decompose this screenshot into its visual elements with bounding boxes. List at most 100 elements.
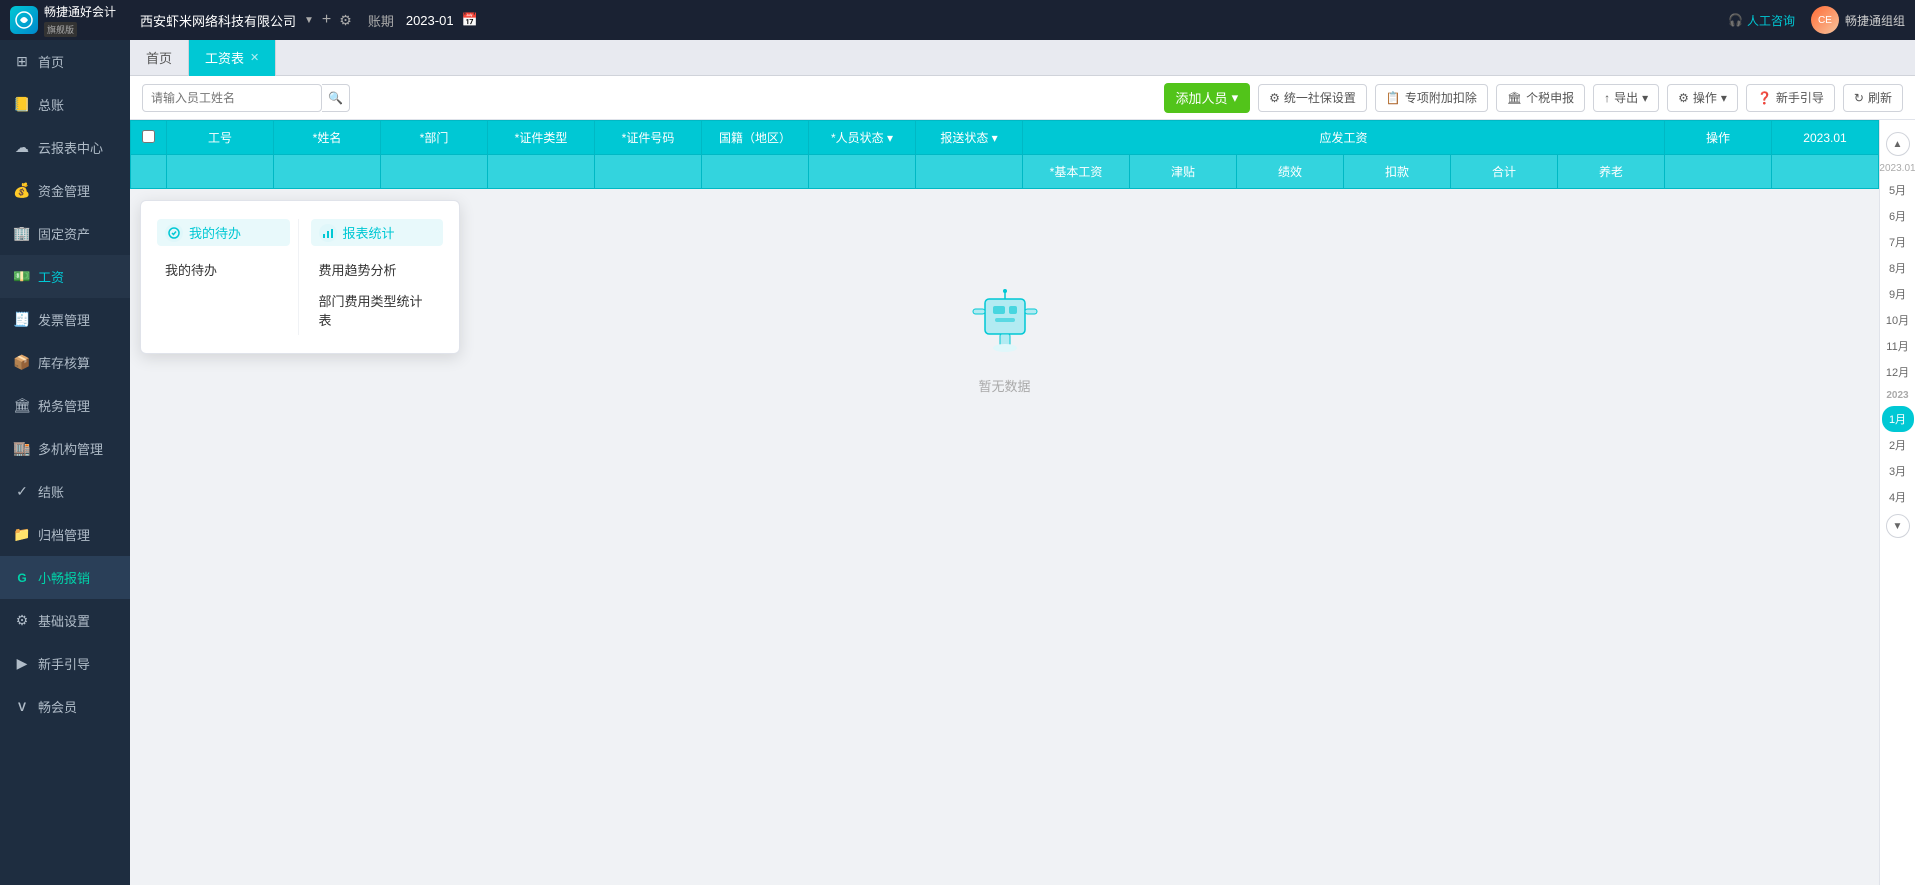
company-name[interactable]: 西安虾米网络科技有限公司 xyxy=(140,11,296,30)
popup-report-title[interactable]: 报表统计 xyxy=(311,219,444,246)
help-button[interactable]: 🎧 人工咨询 xyxy=(1728,12,1795,29)
status-filter-icon[interactable]: ▾ xyxy=(887,131,893,145)
report-icon xyxy=(319,224,337,242)
empty-illustration xyxy=(965,284,1045,364)
month-4[interactable]: 4月 xyxy=(1882,484,1914,510)
operation-label: 操作 xyxy=(1693,89,1717,106)
month-8[interactable]: 8月 xyxy=(1882,255,1914,281)
sidebar-label-cloud-report: 云报表中心 xyxy=(38,138,103,157)
add-person-arrow-icon: ▾ xyxy=(1232,90,1239,106)
cloud-icon: ☁ xyxy=(14,140,30,156)
popup-pending-title[interactable]: 我的待办 xyxy=(157,219,290,246)
month-11[interactable]: 11月 xyxy=(1882,333,1914,359)
toolbar: 🔍 添加人员 ▾ ⚙ 统一社保设置 📋 专项附加扣除 🏛 个税申报 ↑ 导出 xyxy=(130,76,1915,120)
export-label: 导出 xyxy=(1614,89,1638,106)
tax-deduction-button[interactable]: 📋 专项附加扣除 xyxy=(1375,84,1488,112)
social-insurance-button[interactable]: ⚙ 统一社保设置 xyxy=(1258,84,1367,112)
tab-home-label: 首页 xyxy=(146,48,172,67)
sidebar-item-xiaochang[interactable]: G 小畅报销 xyxy=(0,556,130,599)
operation-button[interactable]: ⚙ 操作 ▾ xyxy=(1667,84,1738,112)
month-2[interactable]: 2月 xyxy=(1882,432,1914,458)
th-deduction: 扣款 xyxy=(1344,155,1451,189)
tab-payroll-label: 工资表 xyxy=(205,48,244,67)
sidebar-item-basic[interactable]: ⚙ 基础设置 xyxy=(0,599,130,642)
logo-title: 畅捷通好会计 xyxy=(44,3,116,20)
search-button[interactable]: 🔍 xyxy=(322,84,350,112)
th-checkbox[interactable] xyxy=(131,121,167,155)
tab-home[interactable]: 首页 xyxy=(130,40,189,76)
export-button[interactable]: ↑ 导出 ▾ xyxy=(1593,84,1659,112)
refresh-button[interactable]: ↻ 刷新 xyxy=(1843,84,1903,112)
multi-org-icon: 🏬 xyxy=(14,441,30,457)
sidebar-item-invoice[interactable]: 🧾 发票管理 xyxy=(0,298,130,341)
month-1[interactable]: 1月 xyxy=(1882,406,1914,432)
user-area[interactable]: CE 畅捷通组组 xyxy=(1811,6,1905,34)
sidebar-item-home[interactable]: ⊞ 首页 xyxy=(0,40,130,83)
add-person-button[interactable]: 添加人员 ▾ xyxy=(1164,83,1251,113)
table-section: 工号 *姓名 *部门 *证件类型 *证件号码 国籍（地区） *人员状态 ▾ 报送… xyxy=(130,120,1915,885)
new-guide-button[interactable]: ❓ 新手引导 xyxy=(1746,84,1835,112)
month-3[interactable]: 3月 xyxy=(1882,458,1914,484)
archive-icon: 📁 xyxy=(14,527,30,543)
send-status-filter-icon[interactable]: ▾ xyxy=(992,131,998,145)
refresh-icon: ↻ xyxy=(1854,91,1864,105)
month-6[interactable]: 6月 xyxy=(1882,203,1914,229)
th-sub-date xyxy=(1772,155,1879,189)
add-person-label: 添加人员 xyxy=(1176,88,1228,107)
settings-icon[interactable]: ⚙ xyxy=(339,12,352,29)
month-9[interactable]: 9月 xyxy=(1882,281,1914,307)
month-10[interactable]: 10月 xyxy=(1882,307,1914,333)
sidebar-item-ledger[interactable]: 📒 总账 xyxy=(0,83,130,126)
search-icon: 🔍 xyxy=(328,91,343,105)
tab-payroll[interactable]: 工资表 ✕ xyxy=(189,40,276,76)
inventory-icon: 📦 xyxy=(14,355,30,371)
add-company-btn[interactable]: + xyxy=(322,11,331,29)
sidebar-item-payroll[interactable]: 💵 工资 xyxy=(0,255,130,298)
th-id-type: *证件类型 xyxy=(488,121,595,155)
sidebar-label-home: 首页 xyxy=(38,52,64,71)
tab-payroll-close[interactable]: ✕ xyxy=(250,51,259,64)
personal-tax-icon: 🏛 xyxy=(1507,91,1522,105)
th-name: *姓名 xyxy=(274,121,381,155)
logo-sub: 旗舰版 xyxy=(44,22,77,37)
sidebar-item-tax[interactable]: 🏛 税务管理 xyxy=(0,384,130,427)
personal-tax-button[interactable]: 🏛 个税申报 xyxy=(1496,84,1585,112)
right-header-area: 🎧 人工咨询 CE 畅捷通组组 xyxy=(1728,6,1905,34)
sidebar-item-fixed-assets[interactable]: 🏢 固定资产 xyxy=(0,212,130,255)
search-input[interactable] xyxy=(142,84,322,112)
sidebar-label-settlement: 结账 xyxy=(38,482,64,501)
calendar-icon[interactable]: 📅 xyxy=(462,12,478,28)
th-sub-name xyxy=(274,155,381,189)
popup-overlay: 我的待办 我的待办 xyxy=(140,200,460,354)
company-dropdown-arrow[interactable]: ▼ xyxy=(304,15,314,26)
new-guide-icon: ❓ xyxy=(1757,91,1772,105)
th-sub-emp-no xyxy=(167,155,274,189)
sidebar-item-guide[interactable]: ▶ 新手引导 xyxy=(0,642,130,685)
export-icon: ↑ xyxy=(1604,91,1610,105)
month-7[interactable]: 7月 xyxy=(1882,229,1914,255)
sidebar-item-fund[interactable]: 💰 资金管理 xyxy=(0,169,130,212)
sidebar-item-multi-org[interactable]: 🏬 多机构管理 xyxy=(0,427,130,470)
popup-item-cost-trend[interactable]: 费用趋势分析 xyxy=(311,254,444,285)
social-insurance-icon: ⚙ xyxy=(1269,91,1280,105)
select-all-checkbox[interactable] xyxy=(142,130,155,143)
basic-icon: ⚙ xyxy=(14,613,30,629)
logo-area: 畅捷通好会计 旗舰版 xyxy=(10,3,130,37)
sidebar-item-settlement[interactable]: ✓ 结账 xyxy=(0,470,130,513)
payroll-icon: 💵 xyxy=(14,269,30,285)
month-12[interactable]: 12月 xyxy=(1882,359,1914,385)
month-nav-down[interactable]: ▼ xyxy=(1886,514,1910,538)
th-bonus: 绩效 xyxy=(1237,155,1344,189)
sidebar-item-archive[interactable]: 📁 归档管理 xyxy=(0,513,130,556)
month-nav-up[interactable]: ▲ xyxy=(1886,132,1910,156)
month-5[interactable]: 5月 xyxy=(1882,177,1914,203)
table-wrapper: 工号 *姓名 *部门 *证件类型 *证件号码 国籍（地区） *人员状态 ▾ 报送… xyxy=(130,120,1879,885)
sidebar-item-inventory[interactable]: 📦 库存核算 xyxy=(0,341,130,384)
popup-item-dept-cost[interactable]: 部门费用类型统计表 xyxy=(311,285,444,335)
sidebar-item-member[interactable]: V 畅会员 xyxy=(0,685,130,728)
personal-tax-label: 个税申报 xyxy=(1526,89,1574,106)
popup-col-report: 报表统计 费用趋势分析 部门费用类型统计表 xyxy=(298,219,444,335)
sidebar-item-cloud-report[interactable]: ☁ 云报表中心 xyxy=(0,126,130,169)
pending-icon xyxy=(165,224,183,242)
popup-item-my-pending[interactable]: 我的待办 xyxy=(157,254,290,285)
